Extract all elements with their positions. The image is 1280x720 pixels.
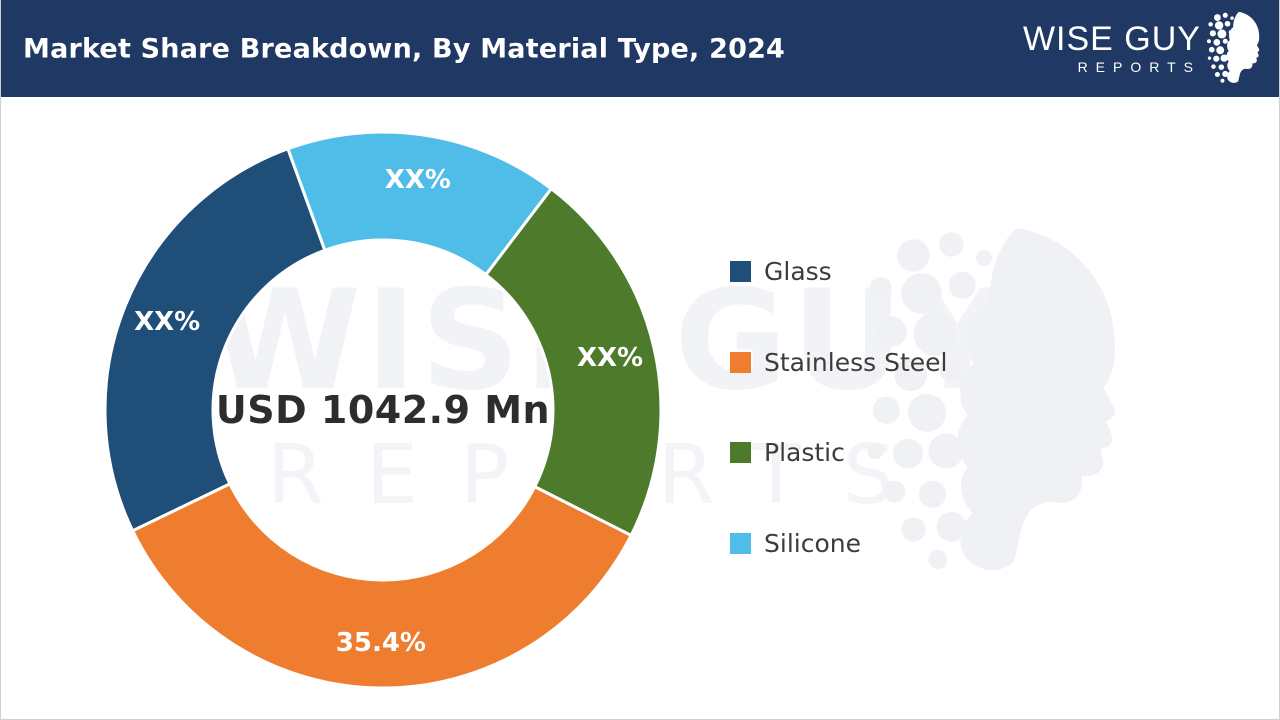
- page-title: Market Share Breakdown, By Material Type…: [23, 33, 786, 64]
- wise-guy-logo: WISE GUY REPORTS: [1023, 5, 1267, 91]
- legend-item-glass[interactable]: Glass: [730, 258, 947, 286]
- slice-glass[interactable]: [103, 147, 327, 533]
- legend-label: Glass: [764, 257, 832, 286]
- legend-swatch: [730, 532, 751, 554]
- header-bar: Market Share Breakdown, By Material Type…: [1, 0, 1279, 97]
- slice-label-silicone: XX%: [384, 164, 451, 195]
- report-graphic: Market Share Breakdown, By Material Type…: [0, 0, 1280, 720]
- legend-item-stainless-steel[interactable]: Stainless Steel: [730, 347, 948, 377]
- legend-swatch: [730, 351, 751, 373]
- slice-label-glass: XX%: [134, 307, 201, 338]
- legend: Glass Stainless Steel Plastic Silicone: [730, 258, 947, 557]
- legend-label: Stainless Steel: [764, 347, 948, 377]
- legend-label: Silicone: [764, 528, 861, 558]
- legend-swatch: [730, 442, 751, 464]
- slice-label-stainless-steel: 35.4%: [335, 627, 426, 658]
- logo-wordmark: WISE GUY REPORTS: [1023, 22, 1201, 74]
- slice-label-plastic: XX%: [576, 342, 644, 373]
- donut-center-value: USD 1042.9 Mn: [215, 388, 551, 432]
- logo-face-icon: [1205, 6, 1267, 90]
- logo-wordmark-line2: REPORTS: [1077, 59, 1201, 75]
- logo-wordmark-line1: WISE GUY: [1022, 20, 1201, 58]
- legend-item-silicone[interactable]: Silicone: [730, 528, 947, 558]
- legend-item-plastic[interactable]: Plastic: [730, 439, 947, 467]
- legend-label: Plastic: [764, 438, 845, 467]
- legend-swatch: [730, 261, 751, 283]
